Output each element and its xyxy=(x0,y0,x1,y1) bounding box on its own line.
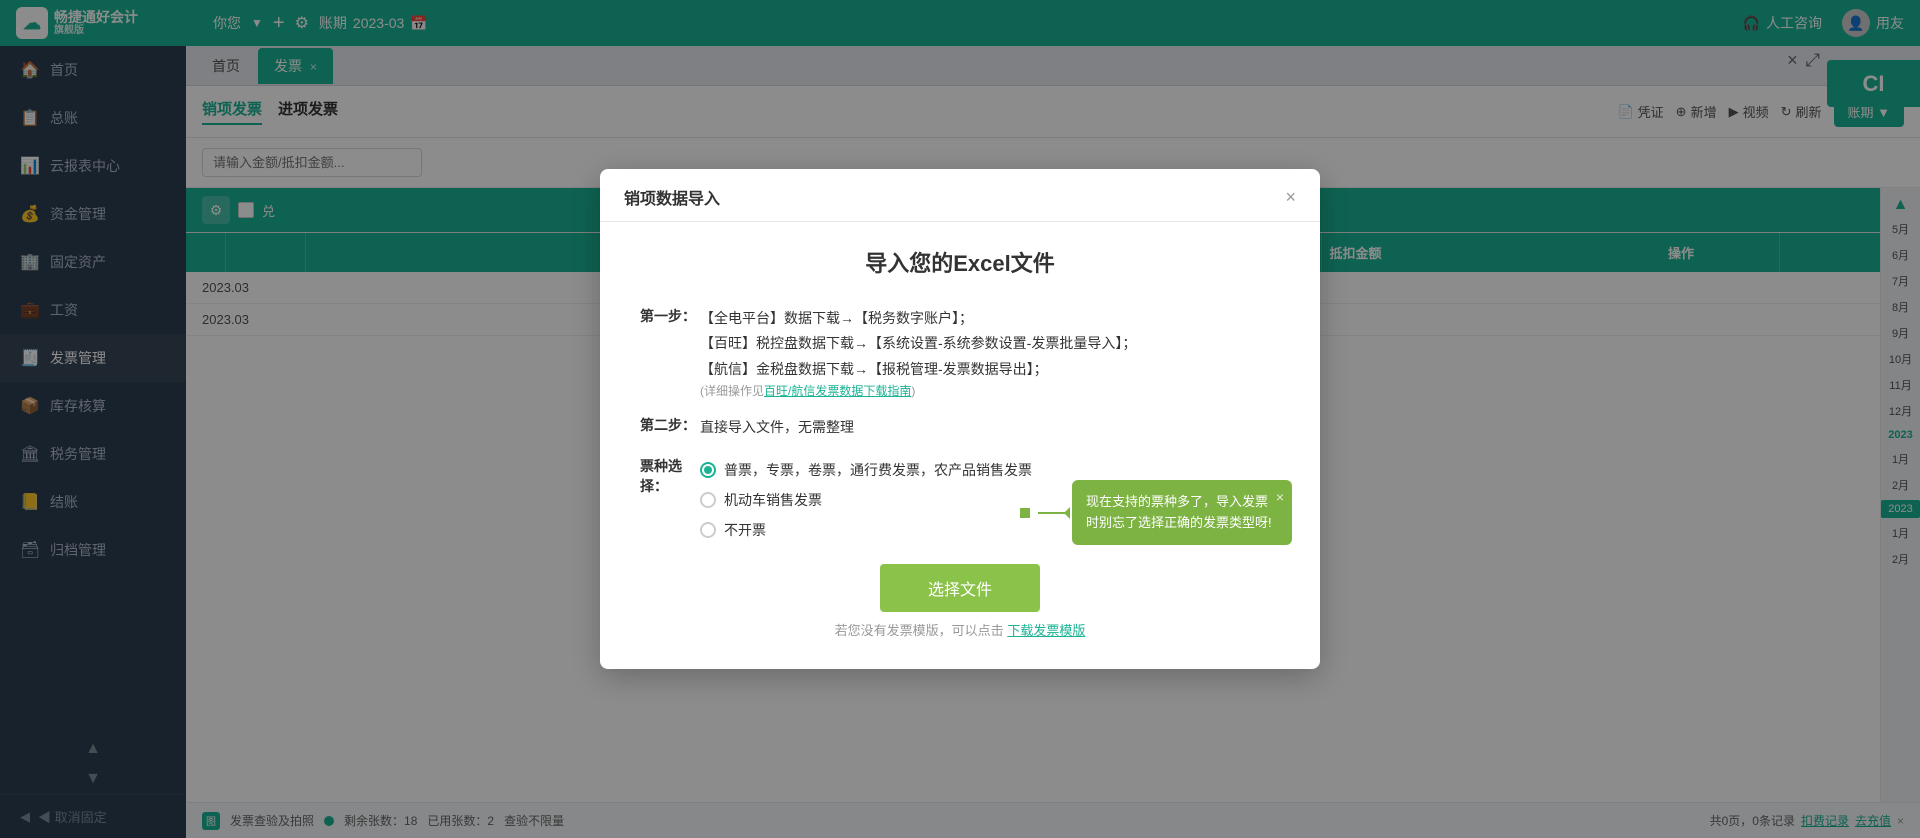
radio-circle-2[interactable] xyxy=(700,492,716,508)
ticket-flex: 票种选择： 普票，专票，卷票，通行费发票，农产品销售发票 机动车销售发票 xyxy=(640,456,1280,540)
modal-header: 销项数据导入 × xyxy=(600,169,1320,222)
tooltip-bubble: × 现在支持的票种多了，导入发票时别忘了选择正确的发票类型呀! xyxy=(1072,480,1292,546)
step-1-line-3: 【航信】金税盘数据下载→【报税管理-发票数据导出】； xyxy=(700,357,1136,382)
step-1-label: 第一步： xyxy=(640,306,700,326)
modal-title: 销项数据导入 xyxy=(624,185,720,209)
step-2-label: 第二步： xyxy=(640,415,700,435)
step-2-row: 第二步： 直接导入文件，无需整理 xyxy=(640,415,1280,440)
radio-item-2[interactable]: 机动车销售发票 × 现在支持的票种多了，导入发票时别忘了选择正确的发票类型呀! xyxy=(700,490,1032,510)
step-1-flex: 第一步： 【全电平台】数据下载→【税务数字账户】； 【百旺】税控盘数据下载→【系… xyxy=(640,306,1280,382)
step-2-flex: 第二步： 直接导入文件，无需整理 xyxy=(640,415,1280,440)
import-modal: 销项数据导入 × 导入您的Excel文件 第一步： 【全电平台】数据下载→【税务… xyxy=(600,169,1320,669)
radio-item-1[interactable]: 普票，专票，卷票，通行费发票，农产品销售发票 xyxy=(700,460,1032,480)
download-template-link[interactable]: 下载发票模版 xyxy=(1007,623,1085,638)
footer-text: 若您没有发票模版，可以点击 xyxy=(835,623,1004,638)
modal-footer: 若您没有发票模版，可以点击 下载发票模版 xyxy=(640,620,1280,639)
step-1-line-1: 【全电平台】数据下载→【税务数字账户】； xyxy=(700,306,1136,331)
ticket-row: 票种选择： 普票，专票，卷票，通行费发票，农产品销售发票 机动车销售发票 xyxy=(640,456,1280,540)
radio-group: 普票，专票，卷票，通行费发票，农产品销售发票 机动车销售发票 xyxy=(700,460,1032,540)
radio-label-1: 普票，专票，卷票，通行费发票，农产品销售发票 xyxy=(724,460,1032,480)
radio-item-3[interactable]: 不开票 xyxy=(700,520,1032,540)
guide-link[interactable]: 百旺/航信发票数据下载指南 xyxy=(764,384,911,398)
step-2-content: 直接导入文件，无需整理 xyxy=(700,415,854,440)
modal-body: 导入您的Excel文件 第一步： 【全电平台】数据下载→【税务数字账户】； 【百… xyxy=(600,222,1320,669)
step-1-row: 第一步： 【全电平台】数据下载→【税务数字账户】； 【百旺】税控盘数据下载→【系… xyxy=(640,306,1280,399)
modal-overlay: 销项数据导入 × 导入您的Excel文件 第一步： 【全电平台】数据下载→【税务… xyxy=(0,0,1920,838)
select-file-btn[interactable]: 选择文件 xyxy=(880,564,1040,612)
tooltip-text: 现在支持的票种多了，导入发票时别忘了选择正确的发票类型呀! xyxy=(1086,494,1272,530)
modal-main-title: 导入您的Excel文件 xyxy=(640,246,1280,278)
radio-label-3: 不开票 xyxy=(724,520,766,540)
tooltip-dot xyxy=(1020,508,1030,518)
modal-close-btn[interactable]: × xyxy=(1285,188,1296,206)
step-1-note: (详细操作见百旺/航信发票数据下载指南) xyxy=(640,382,1280,399)
tooltip-close-btn[interactable]: × xyxy=(1276,486,1284,508)
radio-circle-3[interactable] xyxy=(700,522,716,538)
radio-circle-1[interactable] xyxy=(700,462,716,478)
ticket-label: 票种选择： xyxy=(640,456,700,496)
step-1-line-2: 【百旺】税控盘数据下载→【系统设置-系统参数设置-发票批量导入】； xyxy=(700,331,1136,356)
tooltip-container: × 现在支持的票种多了，导入发票时别忘了选择正确的发票类型呀! xyxy=(1020,480,1292,546)
step-1-content: 【全电平台】数据下载→【税务数字账户】； 【百旺】税控盘数据下载→【系统设置-系… xyxy=(700,306,1136,382)
radio-label-2: 机动车销售发票 xyxy=(724,490,822,510)
